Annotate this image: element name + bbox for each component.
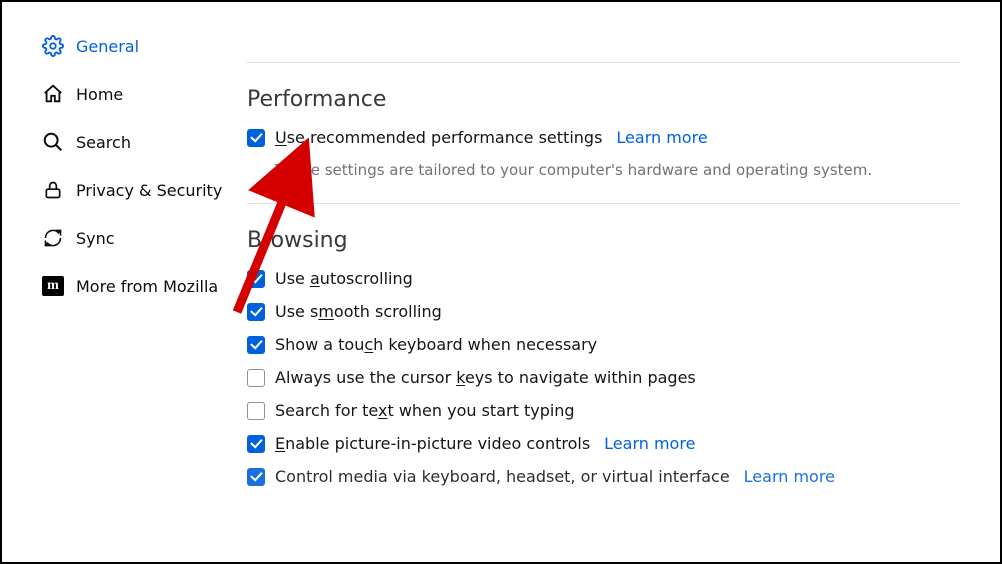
- section-title-browsing: Browsing: [247, 228, 960, 253]
- option-label: Control media via keyboard, headset, or …: [275, 467, 730, 486]
- learn-more-link[interactable]: Learn more: [616, 128, 707, 147]
- sidebar-item-home[interactable]: Home: [42, 70, 247, 118]
- divider: [247, 203, 960, 204]
- checkbox-smooth-scrolling[interactable]: [247, 303, 265, 321]
- option-label: Always use the cursor keys to navigate w…: [275, 368, 696, 387]
- sidebar-item-privacy[interactable]: Privacy & Security: [42, 166, 247, 214]
- sidebar-label: Search: [76, 133, 131, 152]
- option-row-media-keyboard: Control media via keyboard, headset, or …: [247, 467, 960, 486]
- section-title-performance: Performance: [247, 87, 960, 112]
- checkbox-media-keyboard[interactable]: [247, 468, 265, 486]
- option-row-smooth-scrolling: Use smooth scrolling: [247, 302, 960, 321]
- option-row-cursor-keys: Always use the cursor keys to navigate w…: [247, 368, 960, 387]
- sidebar-label: Privacy & Security: [76, 181, 222, 200]
- search-icon: [42, 131, 64, 153]
- sidebar-label: General: [76, 37, 139, 56]
- option-label: Show a touch keyboard when necessary: [275, 335, 597, 354]
- sync-icon: [42, 227, 64, 249]
- option-row-search-typing: Search for text when you start typing: [247, 401, 960, 420]
- sidebar-item-sync[interactable]: Sync: [42, 214, 247, 262]
- learn-more-link[interactable]: Learn more: [744, 467, 835, 486]
- option-row-pip: Enable picture-in-picture video controls…: [247, 434, 960, 453]
- option-label: Use smooth scrolling: [275, 302, 442, 321]
- main-content: Performance Use recommended performance …: [247, 2, 1000, 562]
- sidebar-item-general[interactable]: General: [42, 22, 247, 70]
- settings-window: General Home Search Privacy & Security S…: [0, 0, 1002, 564]
- sidebar: General Home Search Privacy & Security S…: [2, 2, 247, 562]
- checkbox-pip[interactable]: [247, 435, 265, 453]
- checkbox-touch-keyboard[interactable]: [247, 336, 265, 354]
- option-row-touch-keyboard: Show a touch keyboard when necessary: [247, 335, 960, 354]
- option-row-autoscrolling: Use autoscrolling: [247, 269, 960, 288]
- sidebar-item-search[interactable]: Search: [42, 118, 247, 166]
- checkbox-autoscrolling[interactable]: [247, 270, 265, 288]
- option-label: Use recommended performance settings: [275, 128, 602, 147]
- sidebar-item-more-mozilla[interactable]: m More from Mozilla: [42, 262, 247, 310]
- help-text: These settings are tailored to your comp…: [275, 161, 960, 179]
- checkbox-cursor-keys[interactable]: [247, 369, 265, 387]
- sidebar-label: Home: [76, 85, 123, 104]
- mozilla-icon: m: [42, 275, 64, 297]
- learn-more-link[interactable]: Learn more: [604, 434, 695, 453]
- checkbox-search-typing[interactable]: [247, 402, 265, 420]
- sidebar-label: Sync: [76, 229, 115, 248]
- option-label: Use autoscrolling: [275, 269, 413, 288]
- option-label: Search for text when you start typing: [275, 401, 575, 420]
- gear-icon: [42, 35, 64, 57]
- lock-icon: [42, 179, 64, 201]
- option-label: Enable picture-in-picture video controls: [275, 434, 590, 453]
- option-row-performance: Use recommended performance settings Lea…: [247, 128, 960, 147]
- divider: [247, 62, 960, 63]
- home-icon: [42, 83, 64, 105]
- checkbox-recommended-performance[interactable]: [247, 129, 265, 147]
- sidebar-label: More from Mozilla: [76, 277, 218, 296]
